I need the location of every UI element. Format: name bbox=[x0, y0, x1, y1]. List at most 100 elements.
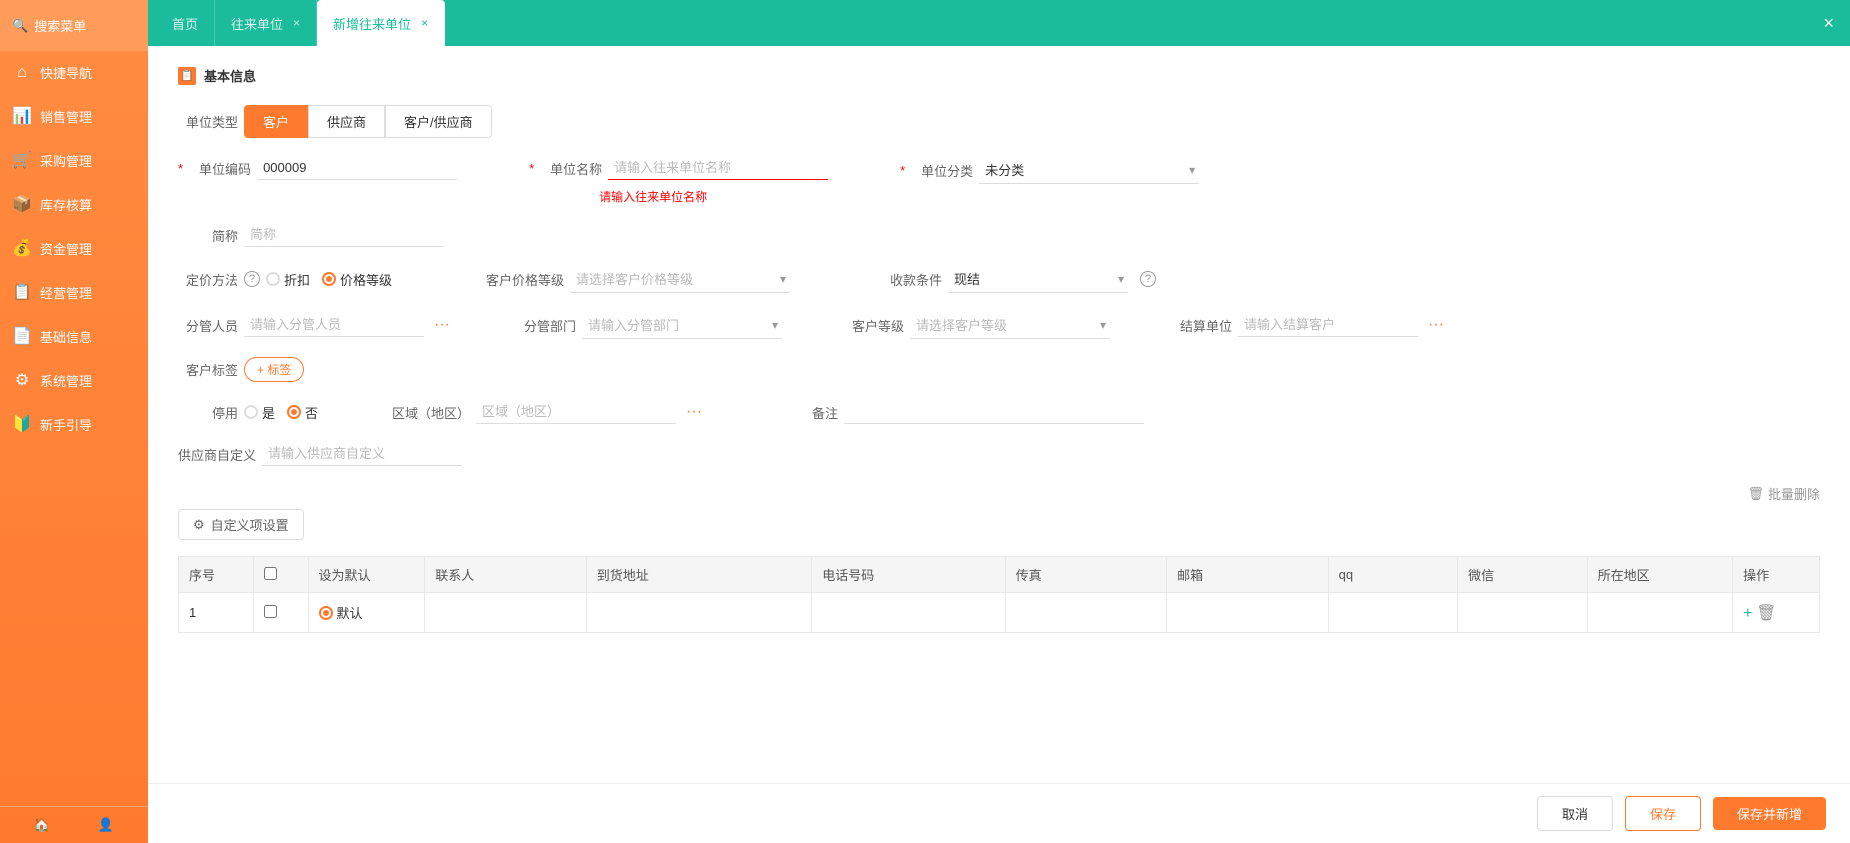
settings-btn[interactable]: ⚙ 自定义项设置 bbox=[178, 509, 304, 540]
area-input[interactable] bbox=[476, 400, 676, 424]
inventory-icon: 📦 bbox=[12, 194, 32, 214]
radio-label: 价格等级 bbox=[340, 270, 392, 289]
unit-name-error: 请输入往来单位名称 bbox=[599, 188, 707, 205]
row-select[interactable] bbox=[264, 605, 277, 618]
add-tag-btn[interactable]: + 标签 bbox=[244, 357, 304, 382]
region-input[interactable] bbox=[1598, 601, 1668, 624]
remark-input[interactable] bbox=[844, 400, 1144, 424]
save-new-button[interactable]: 保存并新增 bbox=[1713, 797, 1826, 830]
table-header-9: 微信 bbox=[1458, 557, 1588, 593]
table-header-0: 序号 bbox=[179, 557, 254, 593]
type-btn-customer[interactable]: 客户 bbox=[244, 105, 308, 138]
row-phone[interactable] bbox=[812, 593, 1005, 633]
sidebar-item-sales[interactable]: 📊 销售管理 bbox=[0, 94, 148, 138]
window-close-btn[interactable]: × bbox=[1815, 13, 1842, 34]
payment-help-icon[interactable]: ? bbox=[1140, 271, 1156, 287]
sidebar-item-guide[interactable]: 🔰 新手引导 bbox=[0, 402, 148, 446]
sidebar-item-label: 库存核算 bbox=[40, 195, 92, 214]
wechat-input[interactable] bbox=[1468, 601, 1528, 624]
dept-field: 分管部门 请输入分管部门 ▾ bbox=[516, 311, 782, 339]
qq-input[interactable] bbox=[1339, 601, 1399, 624]
sidebar-item-label: 采购管理 bbox=[40, 151, 92, 170]
sidebar-search-btn[interactable]: 🔍 搜索菜单 bbox=[0, 8, 148, 43]
short-name-input[interactable] bbox=[244, 223, 444, 247]
manager-more-btn[interactable]: ··· bbox=[430, 316, 454, 334]
section-title-text: 基本信息 bbox=[204, 66, 256, 85]
customer-price-select[interactable]: 请选择客户价格等级 ▾ bbox=[570, 265, 790, 293]
area-more-btn[interactable]: ··· bbox=[682, 403, 706, 421]
sidebar-item-purchase[interactable]: 🛒 采购管理 bbox=[0, 138, 148, 182]
tab-home[interactable]: 首页 bbox=[156, 0, 215, 46]
phone-input[interactable] bbox=[822, 601, 922, 624]
supplier-custom-input[interactable] bbox=[262, 442, 462, 466]
address-input[interactable] bbox=[597, 601, 717, 624]
payment-terms-select[interactable]: 现结 ▾ bbox=[948, 265, 1128, 293]
row-wechat[interactable] bbox=[1458, 593, 1588, 633]
row-email[interactable] bbox=[1167, 593, 1328, 633]
save-button[interactable]: 保存 bbox=[1625, 796, 1701, 831]
row-address[interactable] bbox=[586, 593, 811, 633]
sidebar-item-inventory[interactable]: 📦 库存核算 bbox=[0, 182, 148, 226]
batch-delete-btn[interactable]: 🗑 批量删除 bbox=[1747, 484, 1820, 503]
unit-code-input[interactable] bbox=[257, 156, 457, 180]
fax-input[interactable] bbox=[1016, 601, 1096, 624]
sidebar-top: 🔍 搜索菜单 bbox=[0, 0, 148, 51]
unit-name-input[interactable] bbox=[608, 156, 828, 180]
sidebar-item-system[interactable]: ⚙ 系统管理 bbox=[0, 358, 148, 402]
tab-new-partner[interactable]: 新增往来单位 × bbox=[317, 0, 445, 46]
sidebar-home-btn[interactable]: 🏠 bbox=[34, 817, 50, 833]
unit-category-value: 未分类 bbox=[979, 156, 1189, 183]
delete-icon: 🗑 bbox=[1747, 486, 1764, 502]
main-area: 首页往来单位×新增往来单位× × 📋 基本信息 单位类型 客户供应商客户/供应商… bbox=[148, 0, 1850, 843]
default-radio[interactable]: 默认 bbox=[319, 603, 415, 622]
sidebar-item-quick-nav[interactable]: ⌂ 快捷导航 bbox=[0, 51, 148, 94]
chevron-down-icon5: ▾ bbox=[1100, 318, 1110, 332]
settlement-input[interactable] bbox=[1238, 313, 1418, 337]
sidebar-profile-btn[interactable]: 👤 bbox=[98, 817, 114, 833]
unit-info-row: * 单位编码 * 单位名称 请输入往来单位名称 * 单位分类 未分类 bbox=[178, 156, 1820, 205]
type-btn-supplier[interactable]: 供应商 bbox=[308, 105, 385, 138]
unit-category-select[interactable]: 未分类 ▾ bbox=[979, 156, 1199, 184]
unit-name-label: 单位名称 bbox=[542, 159, 602, 178]
manager-input[interactable] bbox=[244, 313, 424, 337]
area-label: 区域（地区） bbox=[390, 403, 470, 422]
bottom-bar: 取消 保存 保存并新增 bbox=[148, 783, 1850, 843]
row-checkbox[interactable] bbox=[254, 593, 308, 633]
contact-input[interactable] bbox=[435, 601, 515, 624]
area-field: 区域（地区） ··· bbox=[390, 400, 706, 424]
sidebar-item-basic[interactable]: 📄 基础信息 bbox=[0, 314, 148, 358]
type-btn-both[interactable]: 客户/供应商 bbox=[385, 105, 492, 138]
pricing-radio-discount[interactable]: 折扣 bbox=[266, 270, 310, 289]
supplier-custom-label: 供应商自定义 bbox=[178, 445, 256, 464]
tab-close-btn[interactable]: × bbox=[421, 16, 428, 30]
tab-partners[interactable]: 往来单位 × bbox=[215, 0, 317, 46]
pricing-help-icon[interactable]: ? bbox=[244, 271, 260, 287]
table-body: 1 默认 + 🗑 bbox=[179, 593, 1820, 633]
tab-label: 往来单位 bbox=[231, 14, 283, 33]
sidebar-item-finance[interactable]: 💰 资金管理 bbox=[0, 226, 148, 270]
table-select-all[interactable] bbox=[264, 567, 277, 580]
row-region[interactable] bbox=[1587, 593, 1733, 633]
customer-level-select[interactable]: 请选择客户等级 ▾ bbox=[910, 311, 1110, 339]
row-fax[interactable] bbox=[1005, 593, 1166, 633]
cancel-button[interactable]: 取消 bbox=[1537, 796, 1613, 831]
row-delete-btn[interactable]: 🗑 bbox=[1756, 603, 1776, 623]
tag-row: 客户标签 + 标签 bbox=[178, 357, 1820, 382]
disabled-radio-no[interactable]: 否 bbox=[287, 403, 318, 422]
pricing-radio-price-level[interactable]: 价格等级 bbox=[322, 270, 392, 289]
radio-label: 否 bbox=[305, 403, 318, 422]
disabled-radio-yes[interactable]: 是 bbox=[244, 403, 275, 422]
tab-close-btn[interactable]: × bbox=[293, 16, 300, 30]
row-contact[interactable] bbox=[425, 593, 586, 633]
dept-select[interactable]: 请输入分管部门 ▾ bbox=[582, 311, 782, 339]
row-qq[interactable] bbox=[1328, 593, 1458, 633]
tab-label: 首页 bbox=[172, 14, 198, 33]
email-input[interactable] bbox=[1177, 601, 1257, 624]
row-default: 默认 bbox=[308, 593, 425, 633]
customer-price-label: 客户价格等级 bbox=[484, 270, 564, 289]
tab-label: 新增往来单位 bbox=[333, 14, 411, 33]
section-icon: 📋 bbox=[178, 67, 196, 85]
sidebar-item-operations[interactable]: 📋 经营管理 bbox=[0, 270, 148, 314]
settlement-more-btn[interactable]: ··· bbox=[1424, 316, 1448, 334]
row-add-btn[interactable]: + bbox=[1743, 605, 1752, 623]
